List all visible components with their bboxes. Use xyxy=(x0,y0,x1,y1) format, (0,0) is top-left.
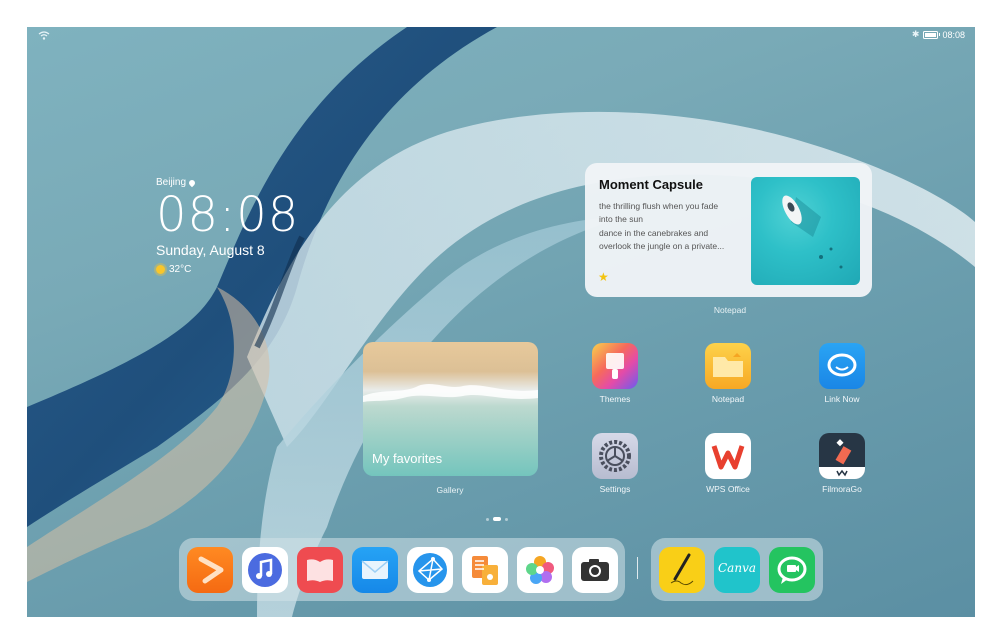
widget-title: Moment Capsule xyxy=(599,177,704,192)
app-wps-office[interactable]: WPS Office xyxy=(693,433,763,494)
gallery-widget[interactable]: My favorites xyxy=(363,342,538,476)
wifi-icon xyxy=(38,31,50,40)
email-icon[interactable] xyxy=(352,546,398,593)
canva-text: Canva xyxy=(718,560,756,575)
widget-text-line: the thrilling flush when you fade xyxy=(599,201,719,211)
wps-office-icon xyxy=(705,433,751,479)
star-icon: ★ xyxy=(598,270,609,284)
page-dot-active[interactable] xyxy=(493,517,501,521)
widget-text-line: dance in the canebrakes and xyxy=(599,227,709,238)
browser-icon[interactable] xyxy=(407,546,453,593)
app-label: Themes xyxy=(599,394,631,404)
settings-icon xyxy=(592,433,638,479)
sun-icon xyxy=(156,265,165,274)
video-icon[interactable] xyxy=(187,546,233,593)
notes-pen-icon[interactable] xyxy=(659,546,705,593)
clock-widget[interactable]: Beijing 08:08 Sunday, August 8 32°C xyxy=(156,177,299,275)
docs-icon[interactable] xyxy=(462,546,508,593)
app-label: FilmoraGo xyxy=(822,484,862,494)
books-icon[interactable] xyxy=(297,546,343,593)
app-link-now[interactable]: Link Now xyxy=(807,343,877,404)
dock-divider xyxy=(637,557,638,579)
gallery-widget-label: Gallery xyxy=(436,485,464,495)
app-settings[interactable]: Settings xyxy=(580,433,650,494)
canva-icon[interactable]: Canva xyxy=(714,546,760,593)
notepad-widget-label: Notepad xyxy=(713,305,747,315)
boat-photo xyxy=(751,177,860,285)
app-filmorago[interactable]: FilmoraGo xyxy=(807,433,877,494)
gallery-icon[interactable] xyxy=(517,546,563,593)
clock-date: Sunday, August 8 xyxy=(156,242,265,258)
wallpaper xyxy=(27,27,975,617)
wave-image xyxy=(363,384,538,402)
filmorago-icon xyxy=(819,433,865,479)
status-time: 08:08 xyxy=(942,29,965,40)
app-label: Link Now xyxy=(824,394,860,404)
app-label: Notepad xyxy=(711,394,745,404)
dock-recent-apps: Canva xyxy=(651,538,823,601)
dock xyxy=(179,538,625,601)
music-icon[interactable] xyxy=(242,546,288,593)
app-label: WPS Office xyxy=(706,484,750,494)
widget-text: the thrilling flush when you fade into t… xyxy=(599,200,744,253)
notepad-icon xyxy=(705,343,751,389)
widget-text-line: into the sun xyxy=(599,214,643,225)
battery-icon xyxy=(923,30,941,39)
home-screen: ✱ 08:08 Beijing 08:08 Sunday, August 8 3… xyxy=(27,27,975,617)
page-dot[interactable] xyxy=(505,517,508,521)
gallery-caption: My favorites xyxy=(372,451,443,466)
themes-icon xyxy=(592,343,638,389)
app-themes[interactable]: Themes xyxy=(580,343,650,404)
link-now-icon xyxy=(819,343,865,389)
app-label: Settings xyxy=(599,484,631,494)
weather: 32°C xyxy=(156,264,299,275)
app-notepad[interactable]: Notepad xyxy=(693,343,763,404)
chat-icon[interactable] xyxy=(769,546,815,593)
page-dot[interactable] xyxy=(486,517,489,521)
temperature: 32°C xyxy=(169,264,192,275)
status-bar-right: ✱ 08:08 xyxy=(912,29,965,40)
clock-time: 08:08 xyxy=(156,187,300,243)
camera-icon[interactable] xyxy=(572,546,618,593)
widget-text-line: overlook the jungle on a private... xyxy=(599,240,725,251)
page-indicator[interactable] xyxy=(486,517,508,521)
notepad-widget[interactable]: Moment Capsule the thrilling flush when … xyxy=(585,163,872,297)
location-pin-icon xyxy=(187,178,197,187)
bluetooth-icon: ✱ xyxy=(911,29,920,39)
